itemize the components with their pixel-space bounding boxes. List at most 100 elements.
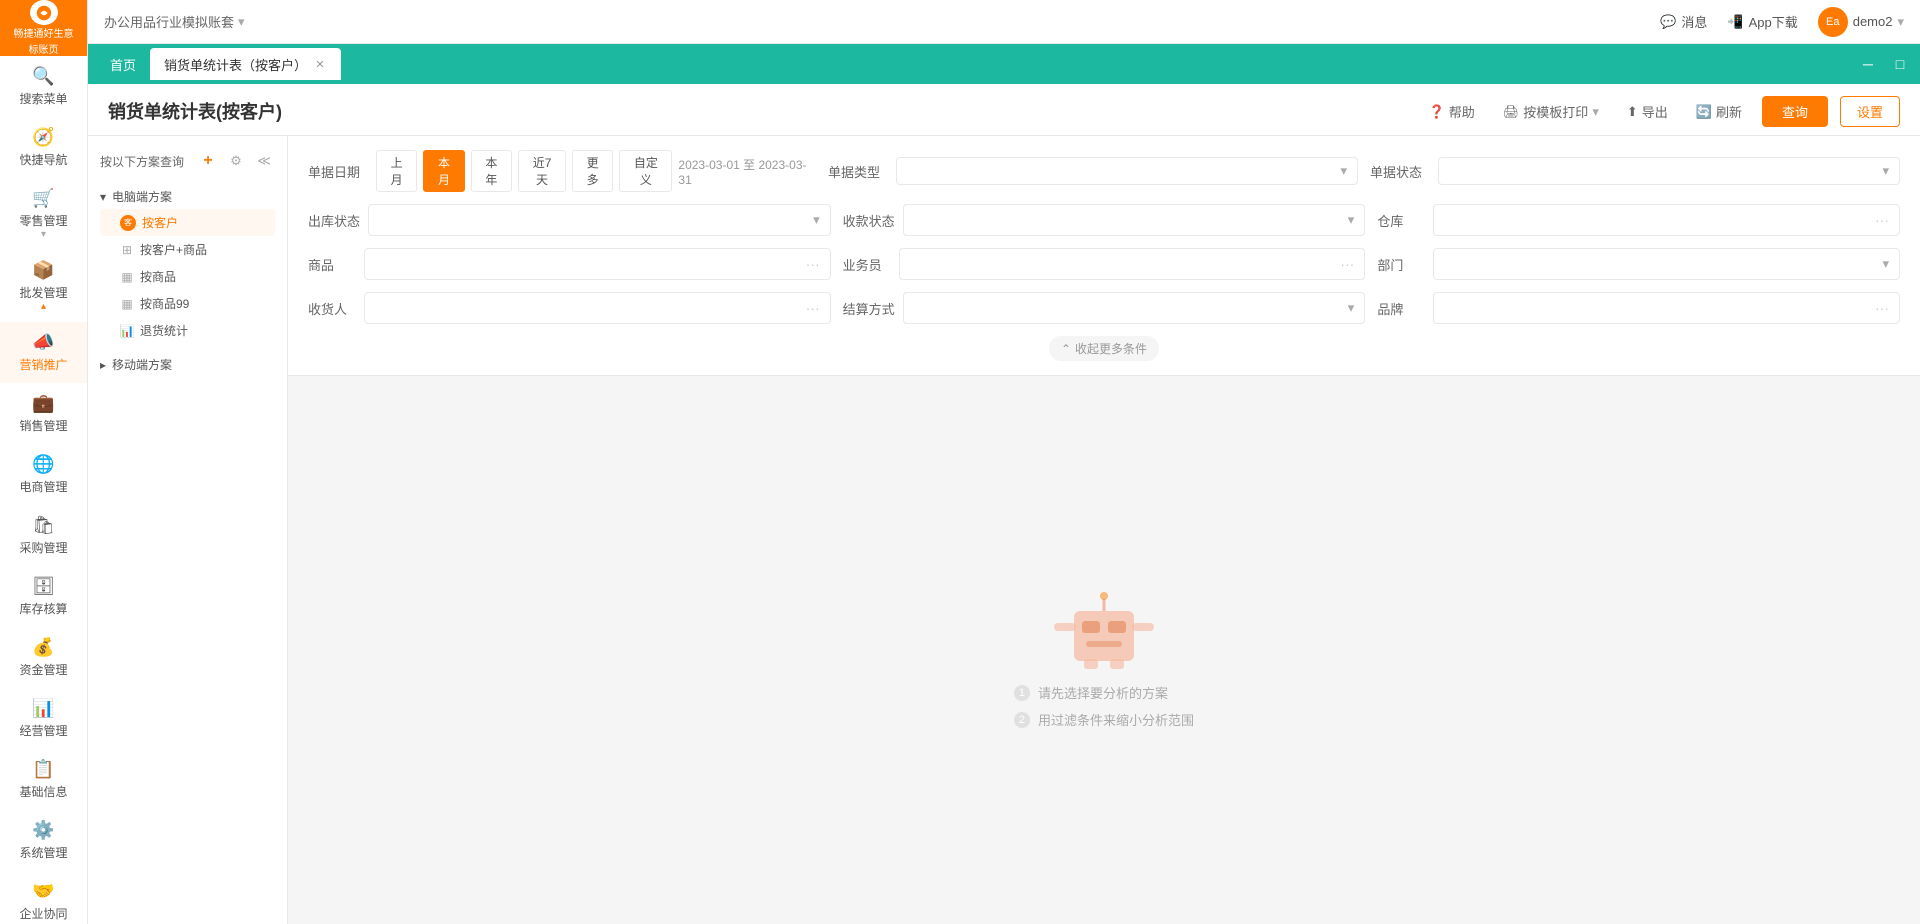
scheme-group-mobile-title[interactable]: ▸ 移动端方案 xyxy=(100,352,275,377)
tab-sales-stat-label: 销货单统计表（按客户） xyxy=(164,55,307,74)
user-profile[interactable]: Ea demo2 ▾ xyxy=(1818,7,1904,37)
scheme-add-btn[interactable]: + xyxy=(197,150,219,172)
sidebar-item-base[interactable]: 📋 基础信息 xyxy=(0,749,88,810)
sidebar-item-inventory[interactable]: 🗄 库存核算 xyxy=(0,566,88,627)
goods99-icon: ▦ xyxy=(120,297,134,311)
scheme-collapse-btn[interactable]: ≪ xyxy=(253,150,275,172)
sidebar-item-ecom-label: 电商管理 xyxy=(19,478,67,495)
outbound-select[interactable]: ▾ xyxy=(368,204,831,236)
date-btn-more[interactable]: 更多 xyxy=(572,150,613,192)
scheme-item-by-goods-99[interactable]: ▦ 按商品99 xyxy=(100,290,275,317)
goods-label: 商品 xyxy=(308,255,356,274)
system-icon: ⚙️ xyxy=(32,820,54,841)
query-btn[interactable]: 查询 xyxy=(1762,96,1828,127)
date-btn-this-month[interactable]: 本月 xyxy=(423,150,464,192)
date-btn-this-year[interactable]: 本年 xyxy=(471,150,512,192)
scheme-item-label5: 退货统计 xyxy=(140,322,188,339)
scheme-group-desktop-title[interactable]: ▾ 电脑端方案 xyxy=(100,184,275,209)
refresh-btn[interactable]: 🔄 刷新 xyxy=(1688,98,1750,125)
salesperson-input[interactable]: ··· xyxy=(899,248,1366,280)
sidebar-item-retail-label: 零售管理 xyxy=(19,212,67,229)
settlement-label: 结算方式 xyxy=(843,299,895,318)
scheme-item-by-goods[interactable]: ▦ 按商品 xyxy=(100,263,275,290)
goods-input[interactable]: ··· xyxy=(364,248,831,280)
tab-home[interactable]: 首页 xyxy=(96,48,150,80)
payment-select[interactable]: ▾ xyxy=(903,204,1366,236)
scheme-item-label: 按客户 xyxy=(142,214,178,231)
sidebar-item-marketing[interactable]: 📣 营销推广 xyxy=(0,322,88,383)
sidebar-item-ops[interactable]: 📊 经营管理 xyxy=(0,688,88,749)
scheme-item-by-customer[interactable]: 客 按客户 xyxy=(100,209,275,236)
order-status-label: 单据状态 xyxy=(1370,162,1426,181)
tab-minimize-btn[interactable]: ─ xyxy=(1856,52,1880,76)
empty-area: 1 请先选择要分析的方案 2 用过滤条件来缩小分析范围 xyxy=(288,376,1920,924)
message-btn[interactable]: 💬 消息 xyxy=(1660,12,1707,31)
goods-dots: ··· xyxy=(806,256,820,272)
sidebar-item-finance[interactable]: 💰 资金管理 xyxy=(0,627,88,688)
app-download-label: App下载 xyxy=(1749,12,1798,31)
sidebar-item-sales[interactable]: 💼 销售管理 xyxy=(0,383,88,444)
avatar: Ea xyxy=(1818,7,1848,37)
receiver-input[interactable]: ··· xyxy=(364,292,831,324)
base-icon: 📋 xyxy=(32,759,54,780)
collapse-icon: ⌃ xyxy=(1061,342,1071,356)
main-body: 按以下方案查询 + ⚙ ≪ ▾ 电脑端方案 客 按客户 xyxy=(88,136,1920,924)
download-icon: 📲 xyxy=(1727,14,1743,30)
date-btn-custom[interactable]: 自定义 xyxy=(619,150,672,192)
help-btn[interactable]: ❓ 帮助 xyxy=(1421,98,1483,125)
print-icon: 🖨 xyxy=(1503,104,1520,120)
filter-panel: 单据日期 上月 本月 本年 近7天 更多 自定义 2023-03-01 至 20… xyxy=(288,136,1920,376)
app-download-btn[interactable]: 📲 App下载 xyxy=(1727,12,1797,31)
tab-close-btn[interactable]: ✕ xyxy=(313,57,327,71)
date-btn-7days[interactable]: 近7天 xyxy=(518,150,566,192)
filter-cell-salesperson: 业务员 ··· xyxy=(843,248,1366,280)
scheme-item-by-customer-goods[interactable]: ⊞ 按客户+商品 xyxy=(100,236,275,263)
order-status-select[interactable]: ▾ xyxy=(1438,157,1900,185)
enterprise-icon: 🤝 xyxy=(32,881,54,902)
filter-cell-receiver: 收货人 ··· xyxy=(308,292,831,324)
wholesale-chevron: ▴ xyxy=(41,301,46,312)
sidebar-item-purchase-label: 采购管理 xyxy=(19,539,67,556)
scheme-item-return-stat[interactable]: 📊 退货统计 xyxy=(100,317,275,344)
message-label: 消息 xyxy=(1681,12,1707,31)
collapse-btn[interactable]: ⌃ 收起更多条件 xyxy=(1049,336,1159,361)
page-title-actions: ❓ 帮助 🖨 按模板打印 ▾ ⬆ 导出 🔄 刷新 查询 设置 xyxy=(1421,96,1900,135)
filter-cell-settlement: 结算方式 ▾ xyxy=(843,292,1366,324)
tab-sales-stat[interactable]: 销货单统计表（按客户） ✕ xyxy=(150,48,341,80)
sidebar-item-purchase[interactable]: 🛍 采购管理 xyxy=(0,505,88,566)
filter-row-2: 出库状态 ▾ 收款状态 ▾ xyxy=(308,204,1900,236)
date-btn-last-month[interactable]: 上月 xyxy=(376,150,417,192)
sidebar-item-ecom[interactable]: 🌐 电商管理 xyxy=(0,444,88,505)
order-type-select[interactable]: ▾ xyxy=(896,157,1358,185)
settlement-select[interactable]: ▾ xyxy=(903,292,1366,324)
filter-cell-outbound: 出库状态 ▾ xyxy=(308,204,831,236)
dept-select[interactable]: ▾ xyxy=(1433,248,1900,280)
filter-row-4: 收货人 ··· 结算方式 ▾ xyxy=(308,292,1900,324)
finance-icon: 💰 xyxy=(32,637,54,658)
settings-btn[interactable]: 设置 xyxy=(1840,96,1900,127)
sidebar-item-base-label: 基础信息 xyxy=(19,783,67,800)
warehouse-input[interactable]: ··· xyxy=(1433,204,1900,236)
sidebar-item-enterprise[interactable]: 🤝 企业协同 xyxy=(0,871,88,924)
brand-label: 品牌 xyxy=(1377,299,1425,318)
industry-dropdown[interactable]: 办公用品行业模拟账套 ▾ xyxy=(104,12,245,31)
print-btn[interactable]: 🖨 按模板打印 ▾ xyxy=(1495,98,1607,125)
collapse-row: ⌃ 收起更多条件 xyxy=(308,336,1900,361)
export-btn[interactable]: ⬆ 导出 xyxy=(1619,98,1676,125)
tip-text-1: 请先选择要分析的方案 xyxy=(1038,683,1168,702)
scheme-settings-btn[interactable]: ⚙ xyxy=(225,150,247,172)
tab-maximize-btn[interactable]: □ xyxy=(1888,52,1912,76)
marketing-icon: 📣 xyxy=(32,332,54,353)
sidebar-item-quicknav-label: 快捷导航 xyxy=(19,151,67,168)
sidebar-item-wholesale[interactable]: 📦 批发管理 ▴ xyxy=(0,250,88,322)
sidebar-item-system[interactable]: ⚙️ 系统管理 xyxy=(0,810,88,871)
group-arrow2: ▸ xyxy=(100,358,106,372)
sidebar-item-search[interactable]: 🔍 搜索菜单 xyxy=(0,56,88,117)
logo-icon xyxy=(30,0,58,25)
sidebar-item-sales-label: 销售管理 xyxy=(19,417,67,434)
sidebar-item-retail[interactable]: 🛒 零售管理 ▾ xyxy=(0,178,88,250)
brand-input[interactable]: ··· xyxy=(1433,292,1900,324)
scheme-group-desktop: ▾ 电脑端方案 客 按客户 ⊞ 按客户+商品 ▦ 按商品 xyxy=(88,180,287,348)
search-icon: 🔍 xyxy=(32,66,54,87)
sidebar-item-quicknav[interactable]: 🧭 快捷导航 xyxy=(0,117,88,178)
